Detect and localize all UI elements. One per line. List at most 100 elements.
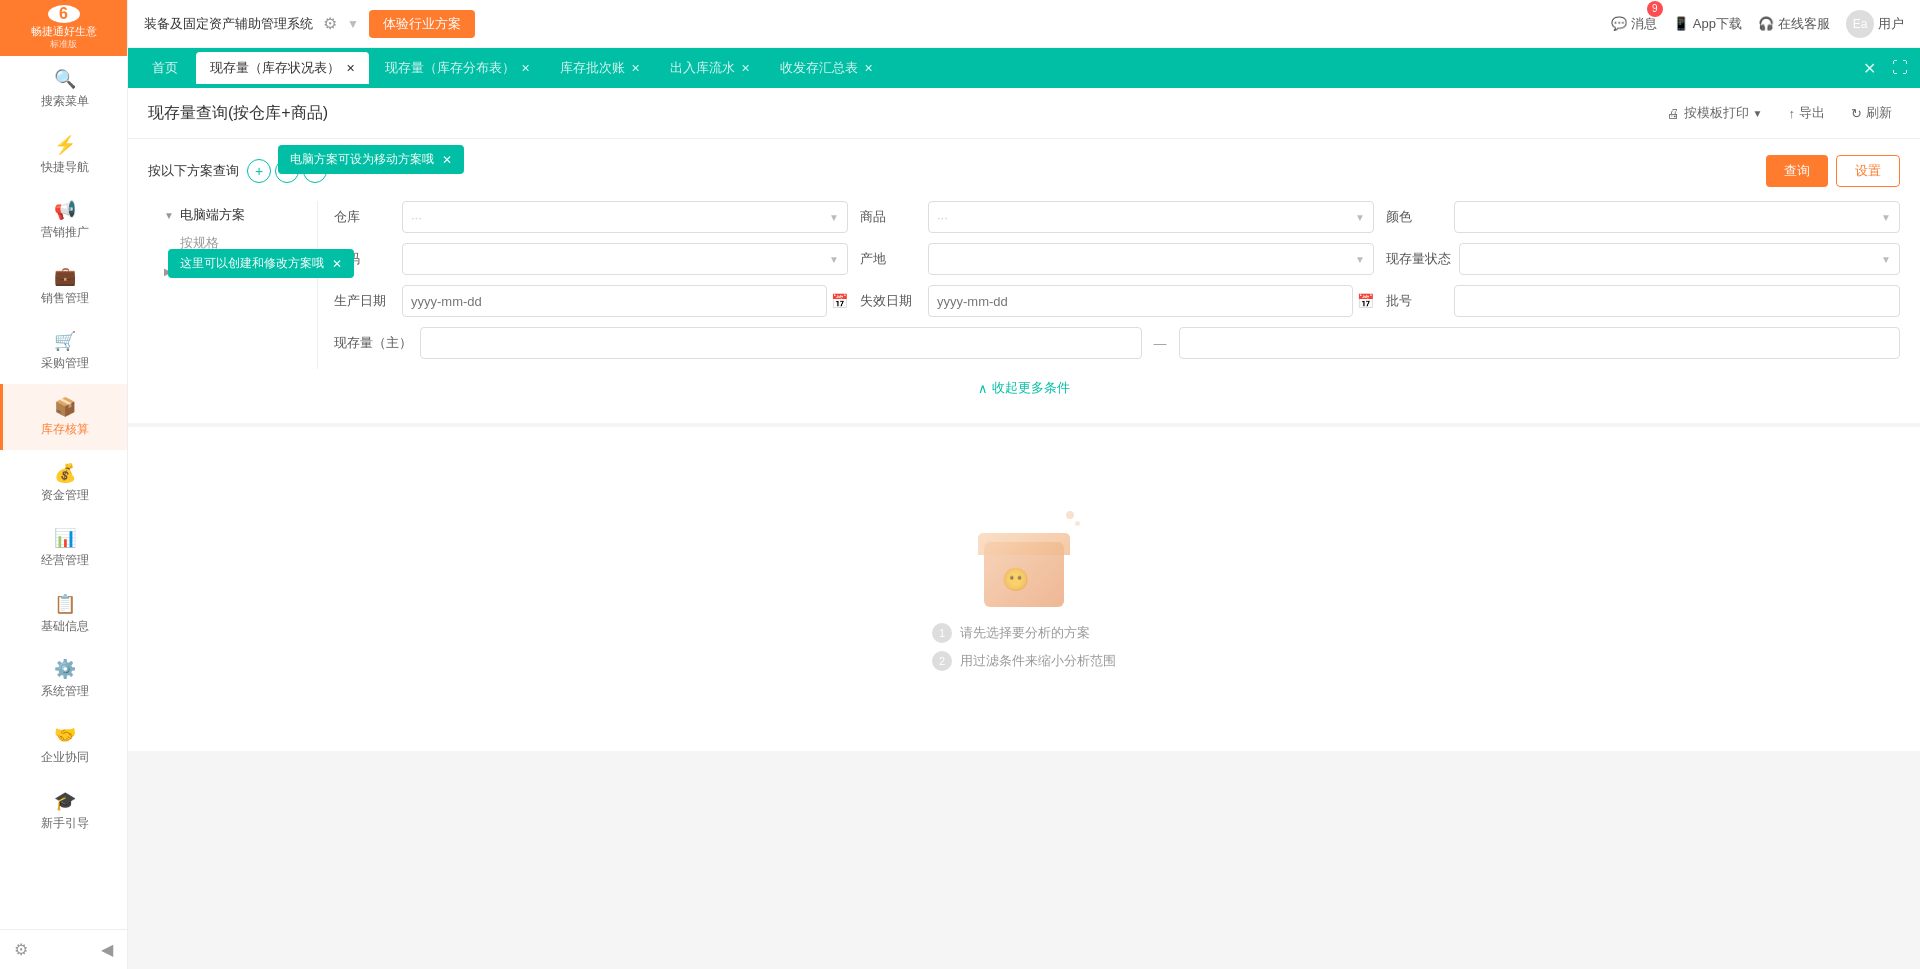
tab-batch-ledger[interactable]: 库存批次账 ✕ bbox=[546, 52, 654, 84]
sidebar-item-label: 经营管理 bbox=[41, 553, 89, 569]
calendar-icon[interactable]: 📅 bbox=[831, 293, 848, 309]
plan-item-desktop[interactable]: ▼ 电脑端方案 bbox=[156, 201, 309, 229]
sidebar-item-label: 销售管理 bbox=[41, 291, 89, 307]
warehouse-select[interactable]: ··· ▼ bbox=[402, 201, 848, 233]
tab-close-icon[interactable]: ✕ bbox=[631, 62, 640, 75]
logo: 6 畅捷通好生意 标准版 bbox=[0, 0, 127, 56]
sidebar-item-basicinfo[interactable]: 📋 基础信息 bbox=[0, 581, 127, 647]
sidebar-item-label: 基础信息 bbox=[41, 619, 89, 635]
sidebar-item-cooperation[interactable]: 🤝 企业协同 bbox=[0, 712, 127, 778]
tab-inventory-distribution[interactable]: 现存量（库存分布表） ✕ bbox=[371, 52, 544, 84]
filter-row-2: 尺码 ▼ 产地 ▼ bbox=[334, 243, 1900, 275]
filter-product: 商品 ··· ▼ bbox=[860, 201, 1374, 233]
tab-close-icon[interactable]: ✕ bbox=[521, 62, 530, 75]
product-select[interactable]: ··· ▼ bbox=[928, 201, 1374, 233]
refresh-button[interactable]: ↻ 刷新 bbox=[1843, 100, 1900, 126]
settings-gear-icon[interactable]: ⚙ bbox=[323, 14, 337, 33]
tab-bar-right: ✕ ⛶ bbox=[1859, 55, 1912, 82]
range-separator: — bbox=[1154, 336, 1167, 351]
app-download-button[interactable]: 📱 App下载 bbox=[1673, 15, 1742, 33]
expiry-date-field[interactable] bbox=[928, 285, 1353, 317]
sidebar-item-management[interactable]: 📊 经营管理 bbox=[0, 515, 127, 581]
size-select[interactable]: ▼ bbox=[402, 243, 848, 275]
tab-home[interactable]: 首页 bbox=[136, 52, 194, 84]
sidebar-item-label: 采购管理 bbox=[41, 356, 89, 372]
industry-plan-button[interactable]: 体验行业方案 bbox=[369, 10, 475, 38]
settings-icon[interactable]: ⚙ bbox=[14, 940, 28, 959]
tooltip1-close-icon[interactable]: ✕ bbox=[442, 153, 452, 167]
batch-field[interactable] bbox=[1454, 285, 1900, 317]
tooltip-plan-mobile: 电脑方案可设为移动方案哦 ✕ bbox=[278, 145, 464, 174]
sidebar-item-quicknav[interactable]: ⚡ 快捷导航 bbox=[0, 122, 127, 188]
dropdown-arrow-icon: ▼ bbox=[347, 17, 359, 31]
stock-status-select[interactable]: ▼ bbox=[1459, 243, 1900, 275]
sidebar-item-marketing[interactable]: 📢 营销推广 bbox=[0, 187, 127, 253]
export-button[interactable]: ↑ 导出 bbox=[1781, 100, 1834, 126]
message-button[interactable]: 💬 9 消息 bbox=[1611, 15, 1657, 33]
print-button[interactable]: 🖨 按模板打印 ▼ bbox=[1659, 100, 1771, 126]
stock-qty-min[interactable] bbox=[420, 327, 1142, 359]
filter-production-date: 生产日期 📅 bbox=[334, 285, 848, 317]
search-button[interactable]: 查询 bbox=[1766, 155, 1828, 187]
tab-close-icon[interactable]: ✕ bbox=[864, 62, 873, 75]
empty-illustration: 😶 bbox=[964, 507, 1084, 607]
tab-bar: 首页 现存量（库存状况表） ✕ 现存量（库存分布表） ✕ 库存批次账 ✕ 出入库… bbox=[128, 48, 1920, 88]
system-name: 装备及固定资产辅助管理系统 bbox=[144, 15, 313, 33]
filter-batch: 批号 bbox=[1386, 285, 1900, 317]
cooperation-icon: 🤝 bbox=[54, 724, 76, 746]
sidebar-item-finance[interactable]: 💰 资金管理 bbox=[0, 450, 127, 516]
sidebar-item-label: 系统管理 bbox=[41, 684, 89, 700]
tab-close-icon[interactable]: ✕ bbox=[346, 62, 355, 75]
tab-inout-flow[interactable]: 出入库流水 ✕ bbox=[656, 52, 764, 84]
empty-hint-2: 2 用过滤条件来缩小分析范围 bbox=[932, 651, 1116, 671]
sidebar-item-inventory[interactable]: 📦 库存核算 bbox=[0, 384, 127, 450]
user-menu-button[interactable]: Ea 用户 bbox=[1846, 10, 1904, 38]
top-header: 装备及固定资产辅助管理系统 ⚙ ▼ 体验行业方案 💬 9 消息 📱 App下载 … bbox=[128, 0, 1920, 48]
stock-qty-max[interactable] bbox=[1179, 327, 1901, 359]
sidebar-item-system[interactable]: ⚙️ 系统管理 bbox=[0, 646, 127, 712]
message-icon: 💬 bbox=[1611, 16, 1627, 31]
origin-label: 产地 bbox=[860, 250, 920, 268]
sidebar-item-purchase[interactable]: 🛒 采购管理 bbox=[0, 318, 127, 384]
sidebar-item-label: 快捷导航 bbox=[41, 160, 89, 176]
message-badge: 9 bbox=[1647, 1, 1663, 17]
tab-maximize-icon[interactable]: ⛶ bbox=[1888, 55, 1912, 81]
refresh-icon: ↻ bbox=[1851, 106, 1862, 121]
inventory-icon: 📦 bbox=[54, 396, 76, 418]
tab-close-icon[interactable]: ✕ bbox=[741, 62, 750, 75]
logo-icon: 6 bbox=[48, 5, 80, 23]
avatar: Ea bbox=[1846, 10, 1874, 38]
headset-icon: 🎧 bbox=[1758, 16, 1774, 31]
setup-button[interactable]: 设置 bbox=[1836, 155, 1900, 187]
plan-tree-panel: ▼ 电脑端方案 按规格 ▶ 移动端方案 这里可以创建和修改方案哦 bbox=[148, 201, 318, 369]
sidebar-item-guide[interactable]: 🎓 新手引导 bbox=[0, 778, 127, 844]
calendar-icon2[interactable]: 📅 bbox=[1357, 293, 1374, 309]
sidebar-item-label: 搜索菜单 bbox=[41, 94, 89, 110]
sidebar-item-label: 企业协同 bbox=[41, 750, 89, 766]
tooltip2-close-icon[interactable]: ✕ bbox=[332, 257, 342, 271]
collapse-sidebar-icon[interactable]: ◀ bbox=[101, 940, 113, 959]
page-actions: 🖨 按模板打印 ▼ ↑ 导出 ↻ 刷新 bbox=[1659, 100, 1900, 126]
more-conditions-button[interactable]: ∧ 收起更多条件 bbox=[148, 369, 1900, 407]
marketing-icon: 📢 bbox=[54, 199, 76, 221]
filter-header: 按以下方案查询 + ✏ ⟵ 电脑方案可设为移动方案哦 ✕ 查询 设置 bbox=[148, 155, 1900, 187]
origin-select[interactable]: ▼ bbox=[928, 243, 1374, 275]
filter-header-label: 按以下方案查询 bbox=[148, 162, 239, 180]
color-select[interactable]: ▼ bbox=[1454, 201, 1900, 233]
sidebar-item-sales[interactable]: 💼 销售管理 bbox=[0, 253, 127, 319]
production-date-field[interactable] bbox=[402, 285, 827, 317]
empty-state: 😶 1 请先选择要分析的方案 2 用过滤条件来缩小分析范围 bbox=[932, 427, 1116, 751]
tooltip-create-plan: 这里可以创建和修改方案哦 ✕ bbox=[168, 249, 354, 278]
filter-stock-status: 现存量状态 ▼ bbox=[1386, 243, 1900, 275]
tab-close-all-icon[interactable]: ✕ bbox=[1859, 55, 1880, 82]
filter-color: 颜色 ▼ bbox=[1386, 201, 1900, 233]
finance-icon: 💰 bbox=[54, 462, 76, 484]
online-support-button[interactable]: 🎧 在线客服 bbox=[1758, 15, 1830, 33]
tab-summary[interactable]: 收发存汇总表 ✕ bbox=[766, 52, 887, 84]
content-area: 现存量查询(按仓库+商品) 🖨 按模板打印 ▼ ↑ 导出 ↻ 刷新 bbox=[128, 88, 1920, 969]
sidebar-item-search[interactable]: 🔍 搜索菜单 bbox=[0, 56, 127, 122]
add-plan-button[interactable]: + bbox=[247, 159, 271, 183]
tab-inventory-status[interactable]: 现存量（库存状况表） ✕ bbox=[196, 52, 369, 84]
stock-qty-label: 现存量（主） bbox=[334, 334, 412, 352]
top-header-left: 装备及固定资产辅助管理系统 ⚙ ▼ 体验行业方案 bbox=[144, 10, 475, 38]
